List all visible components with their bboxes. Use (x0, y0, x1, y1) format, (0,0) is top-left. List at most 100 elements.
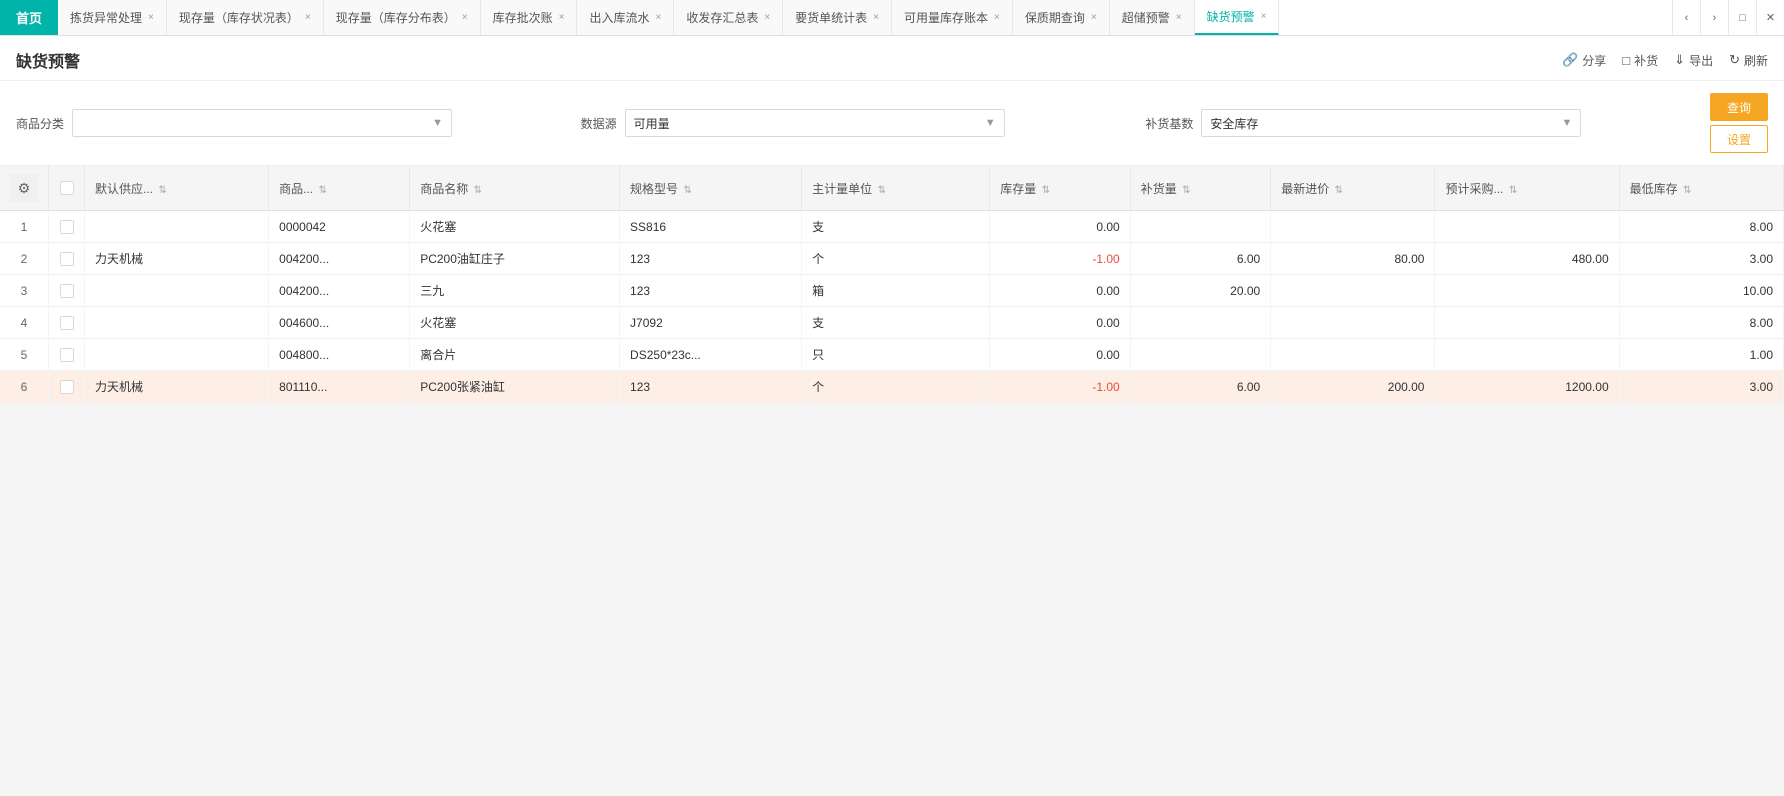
col-latest-price[interactable]: 最新进价 ⇅ (1271, 166, 1435, 211)
row-checkbox-cell[interactable] (49, 211, 85, 243)
row-est-purchase: 1200.00 (1435, 371, 1619, 403)
col-unit[interactable]: 主计量单位 ⇅ (802, 166, 990, 211)
tab-scroll-left-button[interactable]: ‹ (1672, 0, 1700, 36)
col-latest-price-label: 最新进价 (1281, 182, 1329, 196)
tab-available-ledger-close[interactable]: × (994, 12, 1000, 23)
row-checkbox[interactable] (60, 252, 74, 266)
tab-batch-account[interactable]: 库存批次账 × (481, 0, 578, 35)
tab-shortage-warning[interactable]: 缺货预警 × (1195, 0, 1280, 35)
row-replenish-qty: 20.00 (1130, 275, 1270, 307)
tab-shortage-warning-close[interactable]: × (1261, 11, 1267, 22)
category-select[interactable]: ▼ (72, 109, 452, 137)
col-inventory[interactable]: 库存量 ⇅ (990, 166, 1130, 211)
tab-available-ledger[interactable]: 可用量库存账本 × (892, 0, 1013, 35)
select-all-checkbox[interactable] (60, 181, 74, 195)
row-product-name: 火花塞 (410, 211, 620, 243)
row-inventory: 0.00 (990, 275, 1130, 307)
datasource-filter-label: 数据源 (581, 115, 617, 132)
settings-button[interactable]: 设置 (1710, 125, 1768, 153)
row-checkbox[interactable] (60, 348, 74, 362)
share-action[interactable]: 🔗 分享 (1562, 52, 1606, 69)
table-row: 4 004600... 火花塞 J7092 支 0.00 8.00 (0, 307, 1784, 339)
category-select-arrow-icon: ▼ (432, 117, 443, 129)
tab-receive-summary-label: 收发存汇总表 (686, 9, 758, 26)
tab-purchase-stat[interactable]: 要货单统计表 × (783, 0, 892, 35)
tab-abnormal[interactable]: 拣货异常处理 × (58, 0, 167, 35)
row-latest-price (1271, 307, 1435, 339)
row-checkbox-cell[interactable] (49, 243, 85, 275)
tab-purchase-stat-close[interactable]: × (873, 12, 879, 23)
col-est-purchase[interactable]: 预计采购... ⇅ (1435, 166, 1619, 211)
tab-receive-summary[interactable]: 收发存汇总表 × (674, 0, 783, 35)
row-checkbox-cell[interactable] (49, 275, 85, 307)
tab-inventory-status-close[interactable]: × (305, 12, 311, 23)
share-icon: 🔗 (1562, 52, 1578, 68)
col-est-purchase-label: 预计采购... (1445, 182, 1503, 196)
row-product-code: 0000042 (269, 211, 410, 243)
export-action[interactable]: ⇓ 导出 (1674, 52, 1713, 69)
row-unit: 支 (802, 211, 990, 243)
row-default-supplier: 力天机械 (85, 243, 269, 275)
tab-home[interactable]: 首页 (0, 0, 58, 35)
col-min-stock-label: 最低库存 (1630, 182, 1678, 196)
row-est-purchase: 480.00 (1435, 243, 1619, 275)
col-settings[interactable]: ⚙ (0, 166, 49, 211)
tab-receive-summary-close[interactable]: × (764, 12, 770, 23)
col-product-name[interactable]: 商品名称 ⇅ (410, 166, 620, 211)
row-spec: 123 (620, 275, 802, 307)
sort-icon-inventory: ⇅ (1042, 185, 1050, 196)
tab-purchase-stat-label: 要货单统计表 (795, 9, 867, 26)
row-checkbox-cell[interactable] (49, 339, 85, 371)
row-product-code: 004200... (269, 243, 410, 275)
tab-inventory-dist-close[interactable]: × (462, 12, 468, 23)
col-min-stock[interactable]: 最低库存 ⇅ (1619, 166, 1783, 211)
tab-shortage-warning-label: 缺货预警 (1207, 8, 1255, 25)
tab-abnormal-close[interactable]: × (148, 12, 154, 23)
tab-overstock-warning-close[interactable]: × (1176, 12, 1182, 23)
tab-inventory-dist[interactable]: 现存量（库存分布表） × (324, 0, 481, 35)
datasource-select[interactable]: 可用量 ▼ (625, 109, 1005, 137)
row-checkbox[interactable] (60, 316, 74, 330)
query-button[interactable]: 查询 (1710, 93, 1768, 121)
row-min-stock: 1.00 (1619, 339, 1783, 371)
refresh-action[interactable]: ↻ 刷新 (1729, 52, 1768, 69)
row-unit: 只 (802, 339, 990, 371)
tab-inout-flow[interactable]: 出入库流水 × (577, 0, 674, 35)
col-product-code-label: 商品... (279, 182, 313, 196)
tab-restore-button[interactable]: □ (1728, 0, 1756, 36)
row-latest-price: 200.00 (1271, 371, 1435, 403)
column-settings-icon[interactable]: ⚙ (10, 174, 38, 202)
row-checkbox-cell[interactable] (49, 371, 85, 403)
sort-icon-latest-price: ⇅ (1335, 185, 1343, 196)
row-product-name: 离合片 (410, 339, 620, 371)
col-product-code[interactable]: 商品... ⇅ (269, 166, 410, 211)
tab-overstock-warning[interactable]: 超储预警 × (1110, 0, 1195, 35)
tab-batch-account-close[interactable]: × (559, 12, 565, 23)
tab-scroll-right-button[interactable]: › (1700, 0, 1728, 36)
tab-expiry-query-close[interactable]: × (1091, 12, 1097, 23)
replenish-label: 补货 (1634, 52, 1658, 69)
col-replenish-qty-label: 补货量 (1141, 182, 1177, 196)
col-checkbox[interactable] (49, 166, 85, 211)
col-spec[interactable]: 规格型号 ⇅ (620, 166, 802, 211)
tab-expiry-query[interactable]: 保质期查询 × (1013, 0, 1110, 35)
row-latest-price: 80.00 (1271, 243, 1435, 275)
row-replenish-qty (1130, 307, 1270, 339)
row-min-stock: 10.00 (1619, 275, 1783, 307)
page-title: 缺货预警 (16, 48, 80, 72)
row-checkbox[interactable] (60, 380, 74, 394)
replenish-base-select[interactable]: 安全库存 ▼ (1201, 109, 1581, 137)
row-checkbox[interactable] (60, 284, 74, 298)
row-checkbox-cell[interactable] (49, 307, 85, 339)
replenish-action[interactable]: □ 补货 (1622, 52, 1658, 69)
col-default-supplier[interactable]: 默认供应... ⇅ (85, 166, 269, 211)
row-checkbox[interactable] (60, 220, 74, 234)
row-inventory: -1.00 (990, 371, 1130, 403)
row-spec: J7092 (620, 307, 802, 339)
tab-inventory-status[interactable]: 现存量（库存状况表） × (167, 0, 324, 35)
col-replenish-qty[interactable]: 补货量 ⇅ (1130, 166, 1270, 211)
row-replenish-qty: 6.00 (1130, 243, 1270, 275)
tab-inout-flow-close[interactable]: × (655, 12, 661, 23)
tab-close-all-button[interactable]: ✕ (1756, 0, 1784, 36)
tab-expiry-query-label: 保质期查询 (1025, 9, 1085, 26)
